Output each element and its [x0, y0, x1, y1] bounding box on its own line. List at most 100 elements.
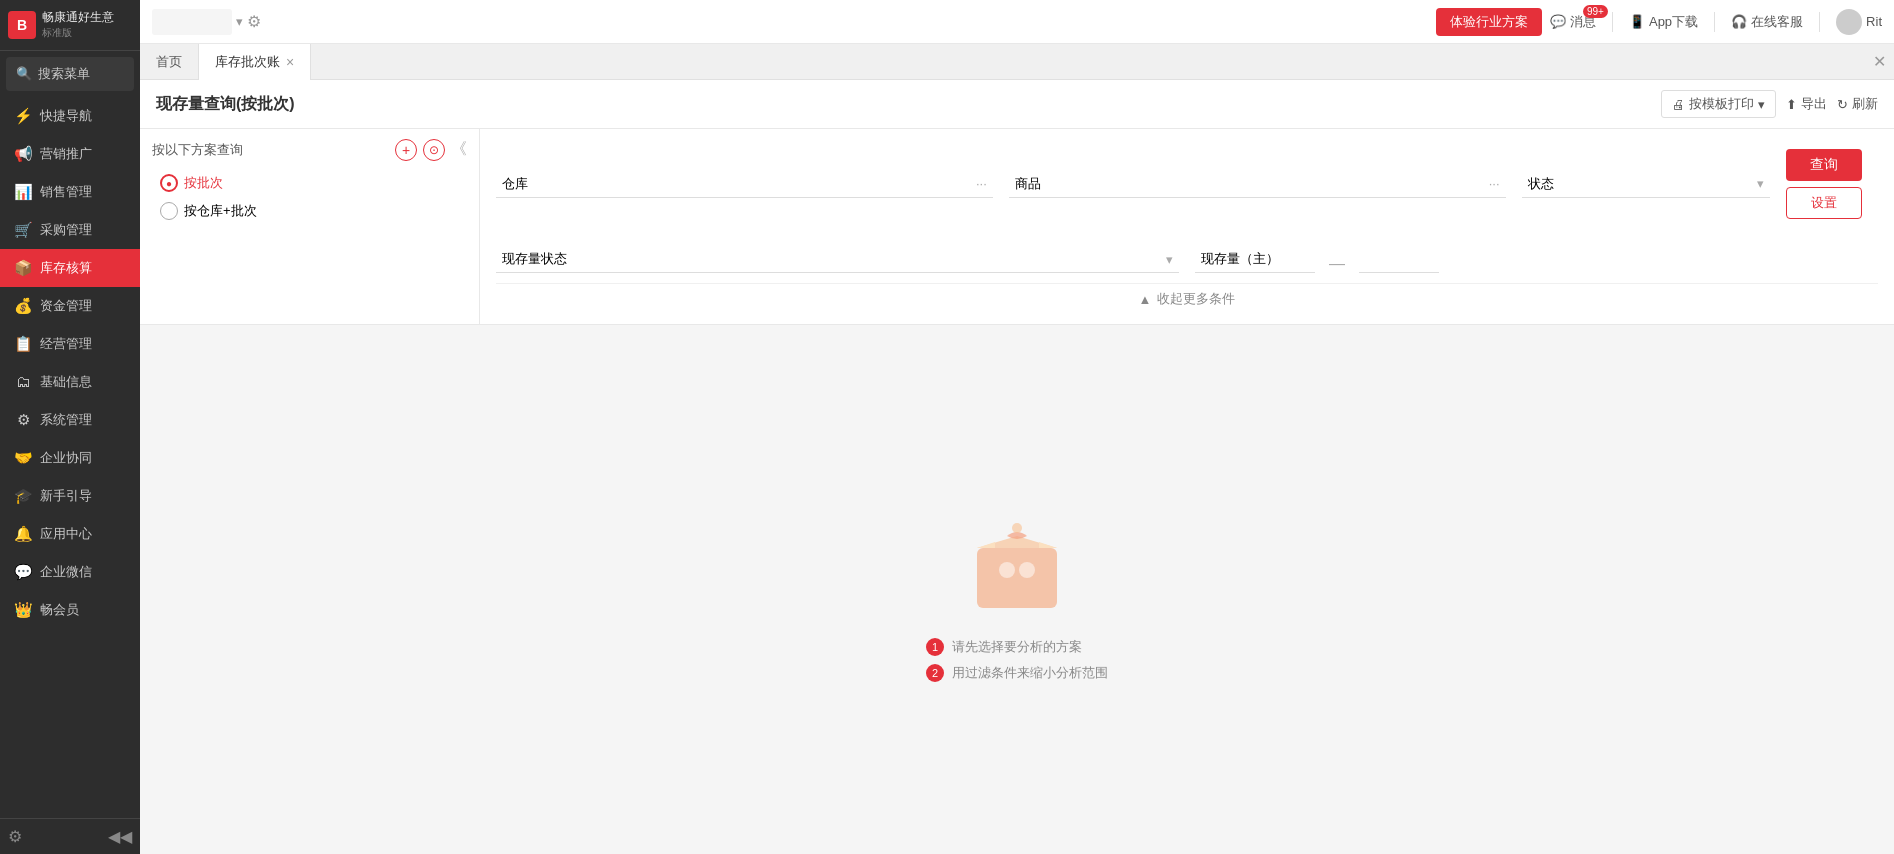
tabs-bar: 首页 库存批次账 × ✕ — [140, 44, 1894, 80]
tab-home-label: 首页 — [156, 53, 182, 71]
sidebar-item-guide[interactable]: 🎓 新手引导 — [0, 477, 140, 515]
topbar-breadcrumb: ▾ ⚙ — [152, 9, 1428, 35]
filter-option-warehouse-batch[interactable]: 按仓库+批次 — [152, 197, 467, 225]
filter-collapse-icon[interactable]: 《 — [451, 139, 467, 161]
filter-scheme-header: 按以下方案查询 + ⊙ 《 — [152, 139, 467, 161]
topbar-divider2 — [1714, 12, 1715, 32]
topbar-message[interactable]: 💬 消息 99+ — [1550, 13, 1596, 31]
sidebar-item-label: 采购管理 — [40, 221, 92, 239]
sidebar-item-collab[interactable]: 🤝 企业协同 — [0, 439, 140, 477]
sidebar-item-label: 经营管理 — [40, 335, 92, 353]
sidebar-item-inventory[interactable]: 📦 库存核算 — [0, 249, 140, 287]
sidebar-item-label: 应用中心 — [40, 525, 92, 543]
action-buttons: 查询 设置 — [1786, 139, 1878, 229]
filter-row-1: 仓库 ··· 商品 ··· 状态 ▾ — [496, 139, 1878, 229]
step-1-text: 请先选择要分析的方案 — [952, 638, 1082, 656]
svg-point-2 — [1019, 562, 1035, 578]
apps-icon: 🔔 — [14, 525, 32, 543]
settings-footer-icon[interactable]: ⚙ — [8, 827, 22, 846]
service-icon: 🎧 — [1731, 14, 1747, 29]
sidebar-item-sales[interactable]: 📊 销售管理 — [0, 173, 140, 211]
sidebar-item-quick-nav[interactable]: ⚡ 快捷导航 — [0, 97, 140, 135]
sidebar-item-label: 营销推广 — [40, 145, 92, 163]
export-label: 导出 — [1801, 95, 1827, 113]
breadcrumb-chevron-icon[interactable]: ▾ — [236, 14, 243, 29]
warehouse-label: 仓库 — [502, 175, 528, 193]
empty-step-1: 1 请先选择要分析的方案 — [926, 638, 1108, 656]
collapse-more-button[interactable]: ▲ 收起更多条件 — [496, 283, 1878, 314]
sidebar-item-wechat[interactable]: 💬 企业微信 — [0, 553, 140, 591]
print-label: 按模板打印 — [1689, 95, 1754, 113]
topbar-service[interactable]: 🎧 在线客服 — [1731, 13, 1803, 31]
filter-scheme-title: 按以下方案查询 — [152, 141, 243, 159]
product-more-icon[interactable]: ··· — [1489, 176, 1500, 191]
search-icon: 🔍 — [16, 66, 32, 81]
close-panel-icon: ✕ — [1873, 52, 1886, 71]
app-icon: 📱 — [1629, 14, 1645, 29]
topbar-app-download[interactable]: 📱 App下载 — [1629, 13, 1698, 31]
brand: B 畅康通好生意 标准版 — [8, 10, 132, 40]
print-button[interactable]: 🖨 按模板打印 ▾ — [1661, 90, 1776, 118]
sidebar-item-apps[interactable]: 🔔 应用中心 — [0, 515, 140, 553]
collapse-sidebar-icon[interactable]: ◀◀ — [108, 827, 132, 846]
sidebar-item-label: 系统管理 — [40, 411, 92, 429]
topbar-user[interactable]: Rit — [1836, 9, 1882, 35]
filter-add-button[interactable]: + — [395, 139, 417, 161]
export-button[interactable]: ⬆ 导出 — [1786, 95, 1827, 113]
collapse-chevron-icon: ▲ — [1139, 292, 1152, 307]
message-badge: 99+ — [1583, 5, 1608, 18]
settings-button[interactable]: 设置 — [1786, 187, 1862, 219]
tab-close-icon[interactable]: × — [286, 54, 294, 70]
svg-rect-0 — [977, 548, 1057, 608]
filter-target-button[interactable]: ⊙ — [423, 139, 445, 161]
user-avatar — [1836, 9, 1862, 35]
basic-icon: 🗂 — [14, 373, 32, 391]
sidebar-item-finance[interactable]: 💰 资金管理 — [0, 287, 140, 325]
warehouse-more-icon[interactable]: ··· — [976, 176, 987, 191]
inventory-status-label: 现存量状态 — [502, 250, 567, 268]
close-panel-button[interactable]: ✕ — [1873, 52, 1886, 71]
sidebar-item-label: 资金管理 — [40, 297, 92, 315]
user-name: Rit — [1866, 14, 1882, 29]
sidebar-item-basic[interactable]: 🗂 基础信息 — [0, 363, 140, 401]
operations-icon: 📋 — [14, 335, 32, 353]
sidebar-item-label: 销售管理 — [40, 183, 92, 201]
sidebar-item-operations[interactable]: 📋 经营管理 — [0, 325, 140, 363]
brand-name: 畅康通好生意 — [42, 10, 114, 26]
sidebar-item-marketing[interactable]: 📢 营销推广 — [0, 135, 140, 173]
sidebar-item-system[interactable]: ⚙ 系统管理 — [0, 401, 140, 439]
filter-qty-range: 现存量（主） — — [1195, 239, 1878, 273]
status-chevron-icon[interactable]: ▾ — [1757, 176, 1764, 191]
service-label: 在线客服 — [1751, 13, 1803, 31]
step-2-text: 用过滤条件来缩小分析范围 — [952, 664, 1108, 682]
guide-icon: 🎓 — [14, 487, 32, 505]
sidebar-item-purchase[interactable]: 🛒 采购管理 — [0, 211, 140, 249]
sidebar-search[interactable]: 🔍 搜索菜单 — [6, 57, 134, 91]
message-icon: 💬 — [1550, 14, 1566, 29]
refresh-button[interactable]: ↻ 刷新 — [1837, 95, 1878, 113]
inventory-icon: 📦 — [14, 259, 32, 277]
inventory-status-chevron-icon[interactable]: ▾ — [1166, 252, 1173, 267]
sidebar-item-member[interactable]: 👑 畅会员 — [0, 591, 140, 629]
sidebar-item-label: 基础信息 — [40, 373, 92, 391]
quick-nav-icon: ⚡ — [14, 107, 32, 125]
svg-point-1 — [999, 562, 1015, 578]
tab-inventory-batch[interactable]: 库存批次账 × — [199, 44, 311, 80]
topbar-gear-icon[interactable]: ⚙ — [247, 12, 261, 31]
product-label: 商品 — [1015, 175, 1041, 193]
query-button[interactable]: 查询 — [1786, 149, 1862, 181]
status-label: 状态 — [1528, 175, 1554, 193]
topbar-search-input[interactable] — [152, 9, 232, 35]
trial-button[interactable]: 体验行业方案 — [1436, 8, 1542, 36]
qty-max-input[interactable] — [1359, 264, 1439, 273]
warehouse-batch-option-icon — [160, 202, 178, 220]
brand-info: 畅康通好生意 标准版 — [42, 10, 114, 40]
sidebar-item-label: 畅会员 — [40, 601, 79, 619]
main-area: ▾ ⚙ 体验行业方案 💬 消息 99+ 📱 App下载 🎧 在线客服 — [140, 0, 1894, 854]
batch-option-icon: ● — [160, 174, 178, 192]
tab-home[interactable]: 首页 — [140, 44, 199, 80]
warehouse-batch-option-label: 按仓库+批次 — [184, 202, 257, 220]
filter-option-batch[interactable]: ● 按批次 — [152, 169, 467, 197]
filter-warehouse-field: 仓库 ··· — [496, 171, 993, 198]
filter-area: 按以下方案查询 + ⊙ 《 ● 按批次 按仓库+批次 — [140, 129, 1894, 325]
